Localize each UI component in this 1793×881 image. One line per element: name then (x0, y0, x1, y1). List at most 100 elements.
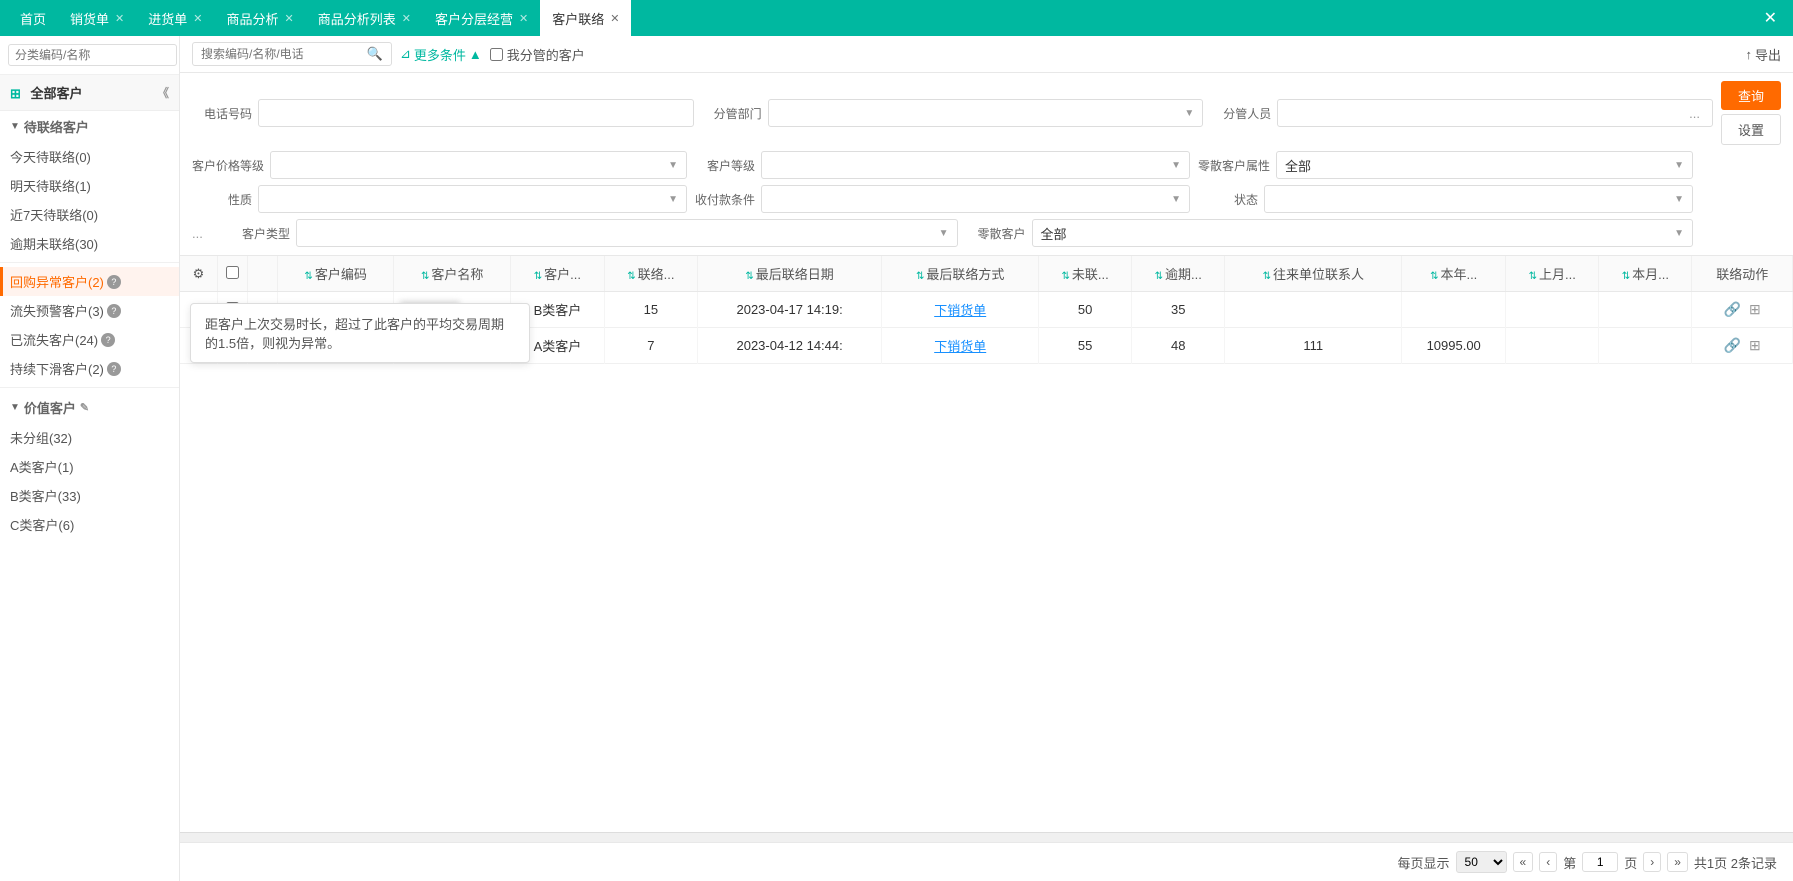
manager-select[interactable]: ... (1277, 99, 1713, 127)
sidebar-collapse-btn[interactable]: 《 (157, 84, 169, 101)
value-edit-icon[interactable]: ✎ (80, 401, 89, 414)
filter-dept: 分管部门 ▼ (702, 81, 1204, 145)
filter-dots-btn[interactable]: ... (192, 219, 222, 247)
horizontal-scrollbar[interactable] (180, 832, 1793, 842)
close-purchase-tab[interactable]: ✕ (193, 12, 202, 25)
value-customers-group[interactable]: ▼ 价值客户 ✎ (0, 392, 179, 423)
col-overdue[interactable]: ⇅逾期... (1132, 256, 1225, 292)
close-product-list-tab[interactable]: ✕ (402, 12, 411, 25)
row-link-icon-0[interactable]: 🔗 (1724, 301, 1741, 318)
payment-select[interactable]: ▼ (761, 185, 1190, 213)
row-this-year: 10995.00 (1402, 328, 1506, 364)
price-level-select[interactable]: ▼ (270, 151, 687, 179)
customer-type-select[interactable]: ▼ (296, 219, 958, 247)
sidebar-item-7days[interactable]: 近7天待联络(0) (0, 200, 179, 229)
sidebar-item-declining[interactable]: 持续下滑客户(2) ? (0, 354, 179, 383)
nav-item-product-analysis-list[interactable]: 商品分析列表 ✕ (306, 0, 423, 36)
row-grid-icon-0[interactable]: ⊞ (1749, 301, 1761, 318)
sidebar-search-input[interactable] (8, 44, 177, 66)
col-past-contact[interactable]: ⇅往来单位联系人 (1225, 256, 1402, 292)
sidebar-item-already-lost[interactable]: 已流失客户(24) ? (0, 325, 179, 354)
content-area: 🔍 ⊿ 更多条件 ▲ 我分管的客户 ↑ 导出 电话号码 (180, 36, 1793, 881)
col-contact-count[interactable]: ⇅联络... (604, 256, 697, 292)
declining-help-icon[interactable]: ? (107, 362, 121, 376)
col-customer-code[interactable]: ⇅客户编码 (277, 256, 394, 292)
sidebar-item-class-a[interactable]: A类客户(1) (0, 452, 179, 481)
col-last-contact-date[interactable]: ⇅最后联络日期 (697, 256, 881, 292)
main-search-input[interactable] (201, 47, 367, 61)
phone-input[interactable] (267, 106, 685, 120)
phone-input-wrap[interactable] (258, 99, 694, 127)
nav-item-product-analysis[interactable]: 商品分析 ✕ (214, 0, 305, 36)
per-page-select[interactable]: 50 10 20 100 (1456, 851, 1507, 873)
close-product-analysis-tab[interactable]: ✕ (285, 12, 294, 25)
sidebar-item-class-b[interactable]: B类客户(33) (0, 481, 179, 510)
window-close-button[interactable]: ✕ (1756, 8, 1785, 28)
lost-potential-help-icon[interactable]: ? (107, 304, 121, 318)
close-sales-tab[interactable]: ✕ (115, 12, 124, 25)
gender-select[interactable]: ▼ (258, 185, 687, 213)
main-search-icon: 🔍 (367, 46, 383, 62)
col-last-month[interactable]: ⇅上月... (1506, 256, 1599, 292)
retail-attr-select[interactable]: 全部 ▼ (1276, 151, 1693, 179)
nav-item-customer-segment[interactable]: 客户分层经营 ✕ (423, 0, 540, 36)
filter-retail-attr: 零散客户属性 全部 ▼ (1198, 151, 1693, 179)
export-btn[interactable]: ↑ 导出 (1745, 45, 1781, 64)
my-customer-check: 我分管的客户 (490, 45, 585, 64)
col-this-year[interactable]: ⇅本年... (1402, 256, 1506, 292)
nav-item-sales[interactable]: 销货单 ✕ (58, 0, 136, 36)
last-page-btn[interactable]: » (1667, 852, 1688, 872)
nav-item-purchase[interactable]: 进货单 ✕ (136, 0, 214, 36)
prev-page-btn[interactable]: ‹ (1539, 852, 1557, 872)
sidebar-item-today[interactable]: 今天待联络(0) (0, 142, 179, 171)
col-last-contact-method[interactable]: ⇅最后联络方式 (882, 256, 1039, 292)
status-chevron-icon: ▼ (1674, 194, 1684, 205)
manager-dots[interactable]: ... (1685, 106, 1704, 121)
dept-chevron-icon: ▼ (1184, 108, 1194, 119)
row-action-cell: 🔗 ⊞ (1692, 292, 1793, 328)
pending-contact-group[interactable]: ▼ 待联络客户 (0, 111, 179, 142)
col-customer-name[interactable]: ⇅客户名称 (394, 256, 511, 292)
filter-phone: 电话号码 (192, 81, 694, 145)
dept-select[interactable]: ▼ (768, 99, 1204, 127)
sidebar-item-class-c[interactable]: C类客户(6) (0, 510, 179, 539)
row-last-contact-method[interactable]: 下销货单 (882, 328, 1039, 364)
col-checkbox[interactable] (217, 256, 247, 292)
page-number-input[interactable] (1582, 852, 1618, 872)
col-this-month[interactable]: ⇅本月... (1599, 256, 1692, 292)
sidebar-item-overdue[interactable]: 逾期未联络(30) (0, 229, 179, 258)
sidebar-item-tomorrow[interactable]: 明天待联络(1) (0, 171, 179, 200)
next-page-btn[interactable]: › (1643, 852, 1661, 872)
row-this-year (1402, 292, 1506, 328)
col-customer-type[interactable]: ⇅客户... (511, 256, 605, 292)
my-customer-checkbox[interactable] (490, 48, 503, 61)
col-settings[interactable]: ⚙ (180, 256, 217, 292)
gender-chevron-icon: ▼ (668, 194, 678, 205)
sidebar-item-unclassified[interactable]: 未分组(32) (0, 423, 179, 452)
customer-level-select[interactable]: ▼ (761, 151, 1190, 179)
col-pending-contact[interactable]: ⇅未联... (1039, 256, 1132, 292)
nav-item-customer-contact[interactable]: 客户联络 ✕ (540, 0, 631, 36)
close-segment-tab[interactable]: ✕ (519, 12, 528, 25)
query-button[interactable]: 查询 (1721, 81, 1781, 110)
more-conditions-btn[interactable]: ⊿ 更多条件 ▲ (400, 45, 482, 64)
row-grid-icon-1[interactable]: ⊞ (1749, 337, 1761, 354)
retail-customer-select[interactable]: 全部 ▼ (1032, 219, 1694, 247)
first-page-btn[interactable]: « (1513, 852, 1534, 872)
sidebar-item-repurchase-abnormal[interactable]: 回购异常客户(2) ? (0, 267, 179, 296)
row-this-month (1599, 292, 1692, 328)
nav-item-home[interactable]: 首页 (8, 0, 58, 36)
filter-toolbar: 🔍 ⊿ 更多条件 ▲ 我分管的客户 ↑ 导出 (180, 36, 1793, 73)
main-search-wrap: 🔍 (192, 42, 392, 66)
repurchase-help-icon[interactable]: ? (107, 275, 121, 289)
sidebar-item-lost-potential[interactable]: 流失预警客户(3) ? (0, 296, 179, 325)
row-last-contact-method[interactable]: 下销货单 (882, 292, 1039, 328)
close-contact-tab[interactable]: ✕ (610, 12, 619, 25)
customer-type-chevron-icon: ▼ (939, 228, 949, 239)
status-select[interactable]: ▼ (1264, 185, 1693, 213)
settings-button[interactable]: 设置 (1721, 114, 1781, 145)
row-link-icon-1[interactable]: 🔗 (1724, 337, 1741, 354)
already-lost-help-icon[interactable]: ? (101, 333, 115, 347)
select-all-checkbox[interactable] (226, 266, 239, 279)
row-past-contact-person (1225, 292, 1402, 328)
